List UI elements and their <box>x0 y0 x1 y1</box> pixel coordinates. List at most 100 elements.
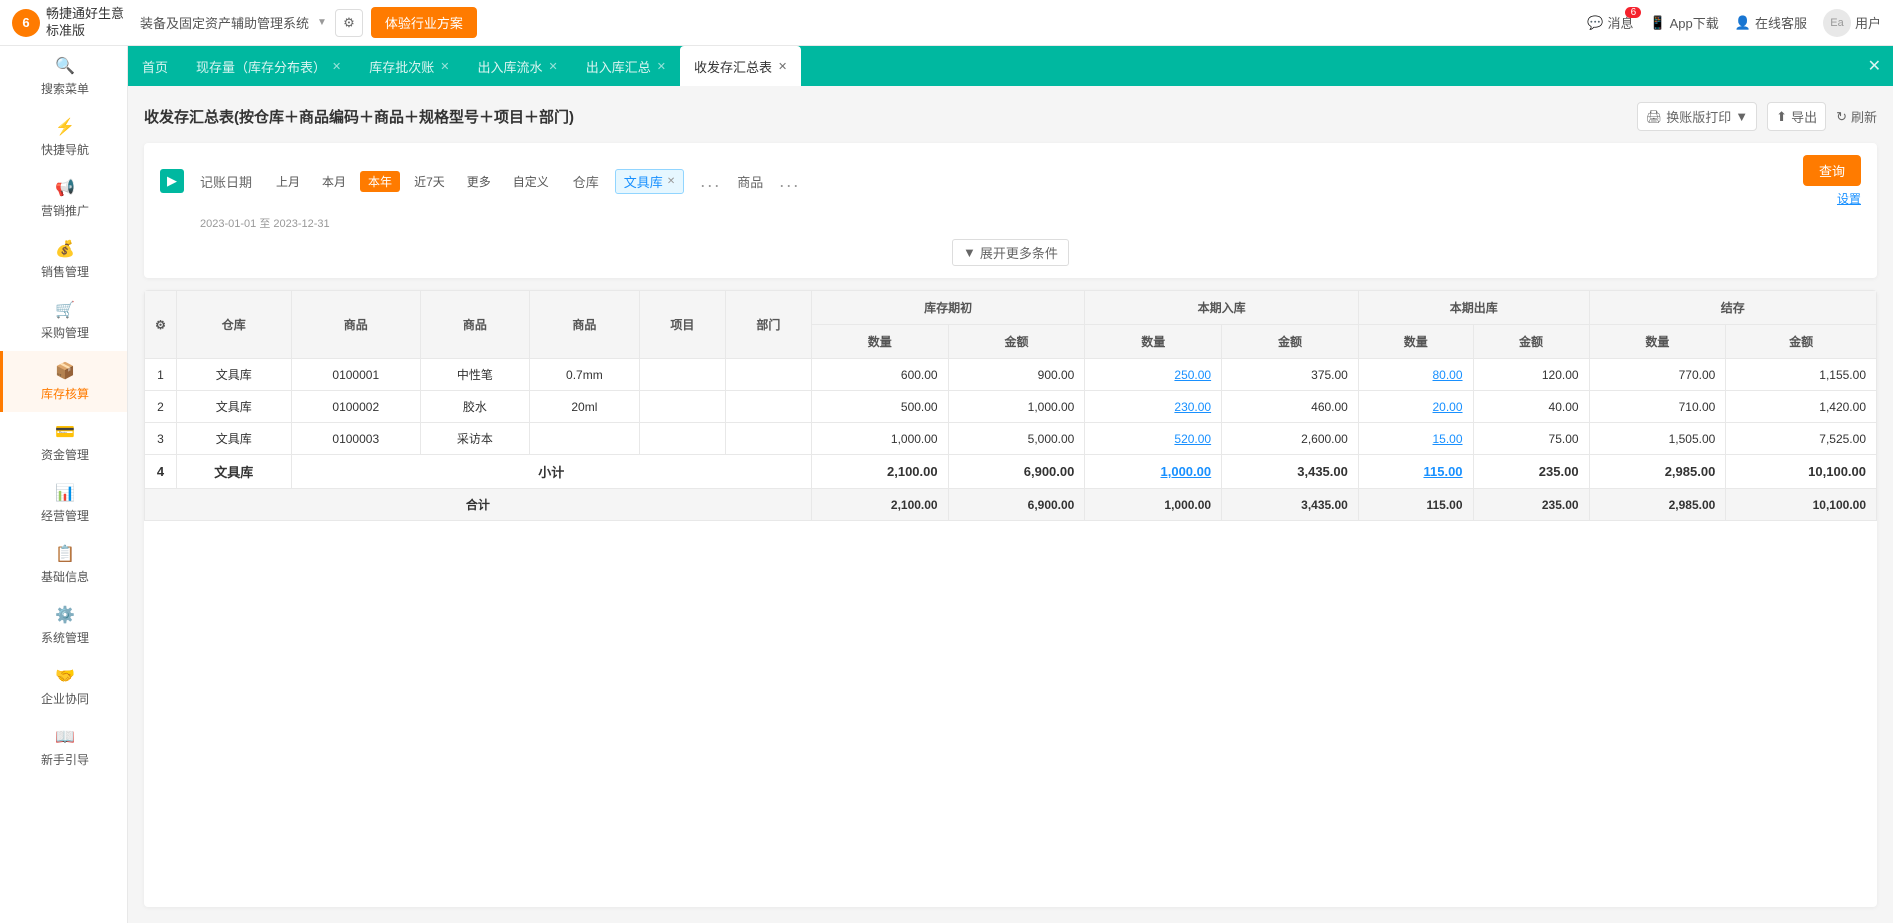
row-in-qty[interactable]: 520.00 <box>1085 423 1222 455</box>
filter-settings-link[interactable]: 设置 <box>1837 190 1861 207</box>
user-button[interactable]: Ea 用户 <box>1823 9 1881 37</box>
date-btn-last-month[interactable]: 上月 <box>268 171 308 192</box>
col-in-qty: 数量 <box>1085 325 1222 359</box>
subtotal-warehouse: 文具库 <box>177 455 292 489</box>
row-in-qty[interactable]: 250.00 <box>1085 359 1222 391</box>
tab-inout-summary[interactable]: 出入库汇总 ✕ <box>572 46 680 86</box>
export-button[interactable]: ⬆ 导出 <box>1767 102 1826 131</box>
page-title-bar: 收发存汇总表(按仓库＋商品编码＋商品＋规格型号＋项目＋部门) 🖨 换账版打印 ▼… <box>144 102 1877 131</box>
operation-icon: 📊 <box>55 483 75 503</box>
col-settings[interactable]: ⚙ <box>145 291 177 359</box>
close-all-tabs-button[interactable]: ✕ <box>1856 58 1893 75</box>
row-spec: 20ml <box>529 391 639 423</box>
filter-collapse-button[interactable]: ▶ <box>160 169 184 193</box>
subtotal-out-qty[interactable]: 115.00 <box>1358 455 1473 489</box>
tab-home[interactable]: 首页 <box>128 46 182 86</box>
inventory-icon: 📦 <box>55 361 75 381</box>
logo-area: 6 畅捷通好生意 标准版 <box>12 6 140 40</box>
tab-close-batch[interactable]: ✕ <box>440 60 449 73</box>
system-area: 装备及固定资产辅助管理系统 ▼ ⚙ 体验行业方案 <box>140 7 1587 38</box>
search-icon: 🔍 <box>55 56 75 76</box>
row-out-qty[interactable]: 15.00 <box>1358 423 1473 455</box>
date-btn-custom[interactable]: 自定义 <box>505 171 557 192</box>
row-bal-amt: 7,525.00 <box>1726 423 1877 455</box>
subtotal-in-qty[interactable]: 1,000.00 <box>1085 455 1222 489</box>
avatar: Ea <box>1823 9 1851 37</box>
tab-close-stock-dist[interactable]: ✕ <box>332 60 341 73</box>
row-in-amt: 460.00 <box>1222 391 1359 423</box>
col-out-amt: 金额 <box>1473 325 1589 359</box>
system-dropdown-icon[interactable]: ▼ <box>317 17 327 28</box>
table-row: 3 文具库 0100003 采访本 1,000.00 5,000.00 520.… <box>145 423 1877 455</box>
row-out-qty[interactable]: 80.00 <box>1358 359 1473 391</box>
product-label: 商品 <box>737 172 763 191</box>
total-bal-amt: 10,100.00 <box>1726 489 1877 521</box>
sidebar-item-purchase[interactable]: 🛒 采购管理 <box>0 290 127 351</box>
sidebar-item-shortcut[interactable]: ⚡ 快捷导航 <box>0 107 127 168</box>
col-open-qty: 数量 <box>811 325 948 359</box>
settings-button[interactable]: ⚙ <box>335 9 363 37</box>
row-out-qty[interactable]: 20.00 <box>1358 391 1473 423</box>
row-in-qty[interactable]: 230.00 <box>1085 391 1222 423</box>
warehouse-more-button[interactable]: ... <box>700 171 721 192</box>
row-code: 0100001 <box>291 359 420 391</box>
col-warehouse: 仓库 <box>177 291 292 359</box>
sidebar-item-guide[interactable]: 📖 新手引导 <box>0 717 127 778</box>
date-btn-this-year[interactable]: 本年 <box>360 171 400 192</box>
app-download-button[interactable]: 📱 App下载 <box>1649 13 1718 32</box>
date-btn-7days[interactable]: 近7天 <box>406 171 453 192</box>
print-button[interactable]: 🖨 换账版打印 ▼ <box>1637 102 1757 131</box>
expand-conditions-button[interactable]: ▼ 展开更多条件 <box>952 239 1069 266</box>
subtotal-out-amt: 235.00 <box>1473 455 1589 489</box>
tab-batch[interactable]: 库存批次账 ✕ <box>355 46 463 86</box>
subtotal-num: 4 <box>145 455 177 489</box>
message-button[interactable]: 💬 消息 6 <box>1587 13 1633 32</box>
col-project: 项目 <box>639 291 725 359</box>
row-project <box>639 391 725 423</box>
warehouse-tag-close[interactable]: ✕ <box>667 176 675 187</box>
tab-close-inout-flow[interactable]: ✕ <box>549 60 558 73</box>
date-btn-more[interactable]: 更多 <box>459 171 499 192</box>
sidebar-item-corp[interactable]: 🤝 企业协同 <box>0 656 127 717</box>
page-title: 收发存汇总表(按仓库＋商品编码＋商品＋规格型号＋项目＋部门) <box>144 106 574 127</box>
sidebar-item-operation[interactable]: 📊 经营管理 <box>0 473 127 534</box>
row-num: 1 <box>145 359 177 391</box>
row-bal-qty: 770.00 <box>1589 359 1726 391</box>
logo-icon: 6 <box>12 9 40 37</box>
product-more-button[interactable]: ... <box>779 171 800 192</box>
tab-recv-send[interactable]: 收发存汇总表 ✕ <box>680 46 801 86</box>
online-service-button[interactable]: 👤 在线客服 <box>1735 13 1807 32</box>
tab-close-inout-summary[interactable]: ✕ <box>657 60 666 73</box>
tab-close-recv-send[interactable]: ✕ <box>778 60 787 73</box>
total-label: 合计 <box>145 489 812 521</box>
tab-inout-flow[interactable]: 出入库流水 ✕ <box>463 46 571 86</box>
query-button[interactable]: 查询 <box>1803 155 1861 186</box>
date-range: 2023-01-01 至 2023-12-31 <box>200 215 330 231</box>
row-name: 采访本 <box>420 423 529 455</box>
date-btn-this-month[interactable]: 本月 <box>314 171 354 192</box>
marketing-icon: 📢 <box>55 178 75 198</box>
sidebar-item-search[interactable]: 🔍 搜索菜单 <box>0 46 127 107</box>
sidebar-item-marketing[interactable]: 📢 营销推广 <box>0 168 127 229</box>
row-out-amt: 120.00 <box>1473 359 1589 391</box>
row-dept <box>725 391 811 423</box>
tab-stock-dist[interactable]: 现存量（库存分布表） ✕ <box>182 46 355 86</box>
sidebar-item-system[interactable]: ⚙️ 系统管理 <box>0 595 127 656</box>
sidebar-item-sales[interactable]: 💰 销售管理 <box>0 229 127 290</box>
row-dept <box>725 423 811 455</box>
col-code: 商品 <box>291 291 420 359</box>
print-icon: 🖨 <box>1646 109 1663 125</box>
table-subtotal-row: 4 文具库 小计 2,100.00 6,900.00 1,000.00 3,43… <box>145 455 1877 489</box>
col-name: 商品 <box>420 291 529 359</box>
row-warehouse: 文具库 <box>177 391 292 423</box>
total-open-qty: 2,100.00 <box>811 489 948 521</box>
sidebar-item-finance[interactable]: 💳 资金管理 <box>0 412 127 473</box>
main-layout: 🔍 搜索菜单 ⚡ 快捷导航 📢 营销推广 💰 销售管理 🛒 采购管理 📦 库存核… <box>0 46 1893 923</box>
table-footer-row: 合计 2,100.00 6,900.00 1,000.00 3,435.00 1… <box>145 489 1877 521</box>
refresh-button[interactable]: ↻ 刷新 <box>1836 107 1877 126</box>
row-open-amt: 1,000.00 <box>948 391 1085 423</box>
system-name: 装备及固定资产辅助管理系统 <box>140 13 309 32</box>
sidebar-item-inventory[interactable]: 📦 库存核算 <box>0 351 127 412</box>
try-button[interactable]: 体验行业方案 <box>371 7 477 38</box>
sidebar-item-basic[interactable]: 📋 基础信息 <box>0 534 127 595</box>
